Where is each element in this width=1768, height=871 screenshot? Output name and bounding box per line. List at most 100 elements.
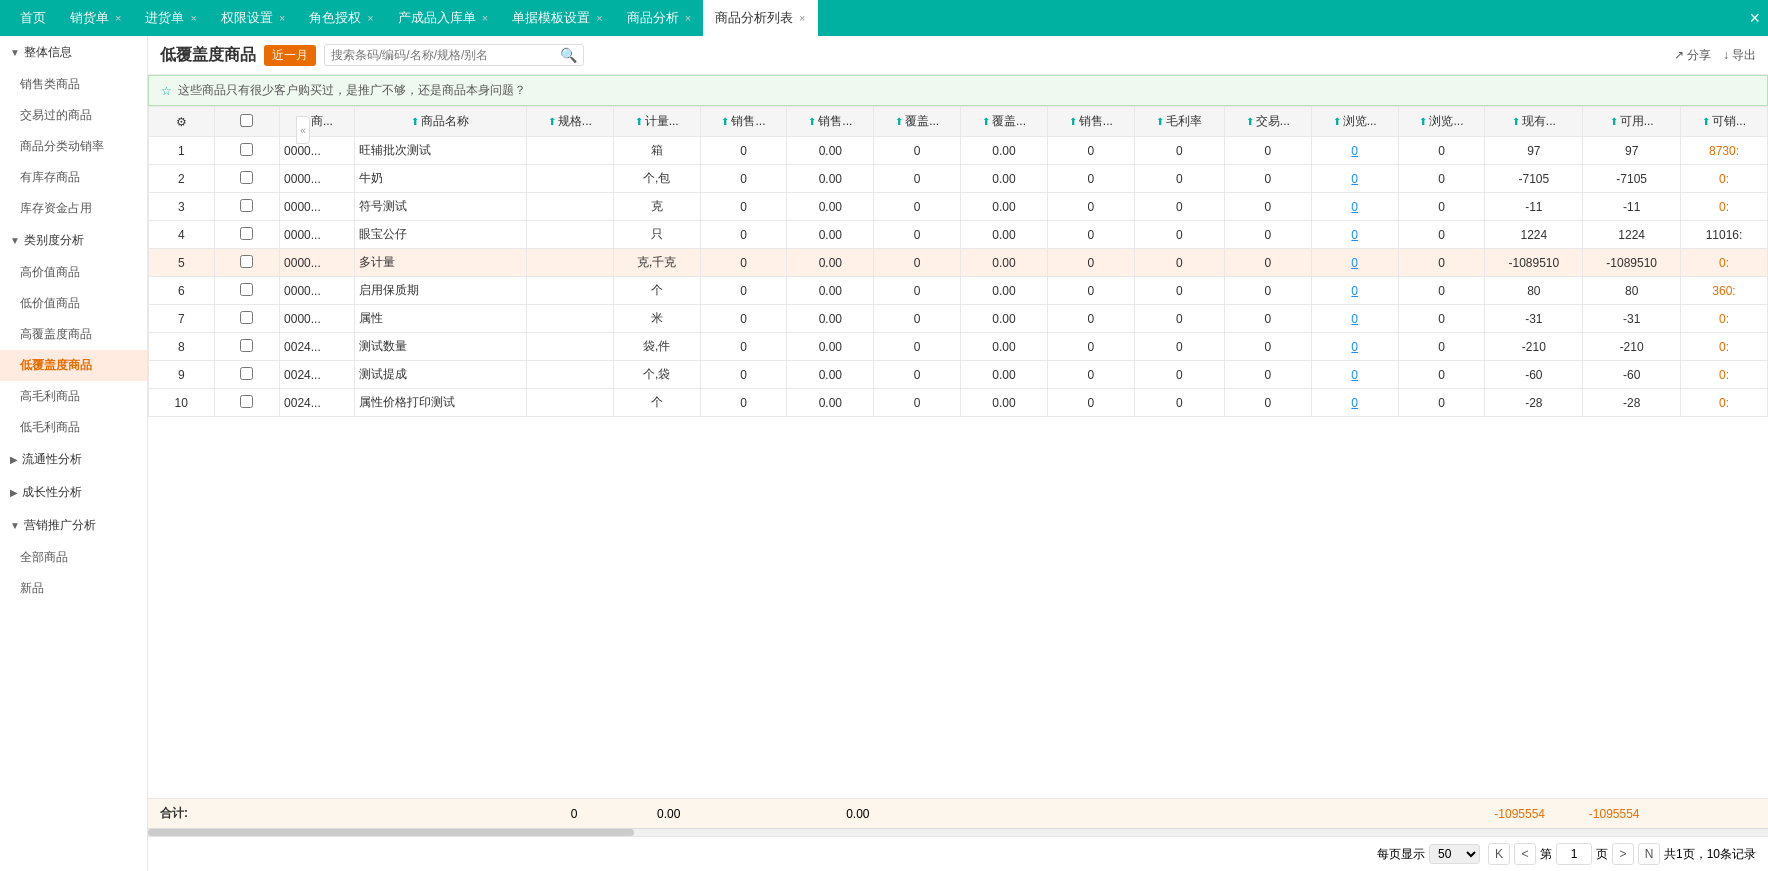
- col-sales3[interactable]: ⬆销售...: [1047, 107, 1134, 137]
- col-cover2[interactable]: ⬆覆盖...: [961, 107, 1048, 137]
- table-row[interactable]: 7 0000... 属性 米 0 0.00 0 0.00 0 0 0 0 0 -…: [149, 305, 1768, 333]
- row-checkbox[interactable]: [214, 361, 280, 389]
- col-sales-amt[interactable]: ⬆销售...: [787, 107, 874, 137]
- table-row[interactable]: 1 0000... 旺辅批次测试 箱 0 0.00 0 0.00 0 0 0 0…: [149, 137, 1768, 165]
- col-stock2[interactable]: ⬆可用...: [1583, 107, 1681, 137]
- nav-tab-warehouse[interactable]: 产成品入库单 ×: [386, 0, 500, 36]
- row-view1[interactable]: 0: [1311, 389, 1398, 417]
- row-checkbox[interactable]: [214, 389, 280, 417]
- col-unit[interactable]: ⬆计量...: [613, 107, 700, 137]
- close-icon[interactable]: ×: [685, 12, 691, 24]
- sidebar-item-sales-goods[interactable]: 销售类商品: [0, 69, 147, 100]
- row-checkbox[interactable]: [214, 305, 280, 333]
- row-checkbox[interactable]: [214, 165, 280, 193]
- page-size-dropdown[interactable]: 50 100 200: [1429, 844, 1480, 864]
- row-checkbox[interactable]: [214, 277, 280, 305]
- table-row[interactable]: 2 0000... 牛奶 个,包 0 0.00 0 0.00 0 0 0 0 0…: [149, 165, 1768, 193]
- close-icon[interactable]: ×: [799, 12, 805, 24]
- sidebar-item-low-margin[interactable]: 低毛利商品: [0, 412, 147, 443]
- col-view2[interactable]: ⬆浏览...: [1398, 107, 1485, 137]
- close-icon[interactable]: ×: [482, 12, 488, 24]
- row-checkbox[interactable]: [214, 193, 280, 221]
- nav-tab-sales[interactable]: 销货单 ×: [58, 0, 133, 36]
- search-input[interactable]: [331, 48, 556, 62]
- row-view2: 0: [1398, 305, 1485, 333]
- row-checkbox[interactable]: [214, 221, 280, 249]
- table-row[interactable]: 9 0024... 测试提成 个,袋 0 0.00 0 0.00 0 0 0 0…: [149, 361, 1768, 389]
- close-all-button[interactable]: ×: [1749, 8, 1760, 29]
- sidebar-item-high-value[interactable]: 高价值商品: [0, 257, 147, 288]
- sidebar-item-low-coverage[interactable]: 低覆盖度商品: [0, 350, 147, 381]
- table-row[interactable]: 4 0000... 眼宝公仔 只 0 0.00 0 0.00 0 0 0 0 0…: [149, 221, 1768, 249]
- nav-tab-purchase[interactable]: 进货单 ×: [133, 0, 208, 36]
- table-row[interactable]: 5 0000... 多计量 克,千克 0 0.00 0 0.00 0 0 0 0…: [149, 249, 1768, 277]
- col-spec[interactable]: ⬆规格...: [526, 107, 613, 137]
- close-icon[interactable]: ×: [367, 12, 373, 24]
- table-row[interactable]: 8 0024... 测试数量 袋,件 0 0.00 0 0.00 0 0 0 0…: [149, 333, 1768, 361]
- next-page-button[interactable]: >: [1612, 843, 1634, 865]
- col-stock1[interactable]: ⬆现有...: [1485, 107, 1583, 137]
- sidebar-item-stocked-goods[interactable]: 有库存商品: [0, 162, 147, 193]
- time-filter-button[interactable]: 近一月: [264, 45, 316, 66]
- sidebar-section-growth[interactable]: ▶ 成长性分析: [0, 476, 147, 509]
- row-view2: 0: [1398, 249, 1485, 277]
- select-all-checkbox[interactable]: [240, 114, 253, 127]
- sidebar-item-all-goods[interactable]: 全部商品: [0, 542, 147, 573]
- row-checkbox[interactable]: [214, 137, 280, 165]
- row-checkbox[interactable]: [214, 333, 280, 361]
- row-view1[interactable]: 0: [1311, 333, 1398, 361]
- col-stock3[interactable]: ⬆可销...: [1681, 107, 1768, 137]
- row-code: 0000...: [280, 165, 355, 193]
- row-view1[interactable]: 0: [1311, 277, 1398, 305]
- share-button[interactable]: ↗ 分享: [1674, 47, 1711, 64]
- sidebar-item-high-coverage[interactable]: 高覆盖度商品: [0, 319, 147, 350]
- close-icon[interactable]: ×: [115, 12, 121, 24]
- col-code[interactable]: ⬆商...: [280, 107, 355, 137]
- row-view1[interactable]: 0: [1311, 249, 1398, 277]
- col-name[interactable]: ⬆商品名称: [354, 107, 526, 137]
- row-checkbox[interactable]: [214, 249, 280, 277]
- sidebar-item-new-goods[interactable]: 新品: [0, 573, 147, 604]
- first-page-button[interactable]: K: [1488, 843, 1510, 865]
- export-button[interactable]: ↓ 导出: [1723, 47, 1756, 64]
- table-row[interactable]: 3 0000... 符号测试 克 0 0.00 0 0.00 0 0 0 0 0…: [149, 193, 1768, 221]
- row-view1[interactable]: 0: [1311, 137, 1398, 165]
- col-view1[interactable]: ⬆浏览...: [1311, 107, 1398, 137]
- sidebar-item-high-margin[interactable]: 高毛利商品: [0, 381, 147, 412]
- search-icon[interactable]: 🔍: [560, 47, 577, 63]
- close-icon[interactable]: ×: [190, 12, 196, 24]
- sidebar-collapse-button[interactable]: «: [296, 116, 310, 144]
- col-cover1[interactable]: ⬆覆盖...: [874, 107, 961, 137]
- sidebar-item-traded-goods[interactable]: 交易过的商品: [0, 100, 147, 131]
- nav-tab-permissions[interactable]: 权限设置 ×: [209, 0, 297, 36]
- table-row[interactable]: 6 0000... 启用保质期 个 0 0.00 0 0.00 0 0 0 0 …: [149, 277, 1768, 305]
- last-page-button[interactable]: N: [1638, 843, 1660, 865]
- col-settings[interactable]: ⚙: [149, 107, 215, 137]
- row-view1[interactable]: 0: [1311, 221, 1398, 249]
- sidebar-section-liquidity[interactable]: ▶ 流通性分析: [0, 443, 147, 476]
- nav-tab-template[interactable]: 单据模板设置 ×: [500, 0, 614, 36]
- sidebar-item-stock-value[interactable]: 库存资金占用: [0, 193, 147, 224]
- row-view1[interactable]: 0: [1311, 361, 1398, 389]
- nav-tab-home[interactable]: 首页: [8, 0, 58, 36]
- sidebar-item-category-turnover[interactable]: 商品分类动销率: [0, 131, 147, 162]
- nav-tab-analysis-list[interactable]: 商品分析列表 ×: [703, 0, 817, 36]
- prev-page-button[interactable]: <: [1514, 843, 1536, 865]
- sidebar-section-category[interactable]: ▼ 类别度分析: [0, 224, 147, 257]
- sidebar-item-low-value[interactable]: 低价值商品: [0, 288, 147, 319]
- close-icon[interactable]: ×: [596, 12, 602, 24]
- row-view1[interactable]: 0: [1311, 165, 1398, 193]
- col-trade[interactable]: ⬆交易...: [1224, 107, 1311, 137]
- sidebar-section-marketing[interactable]: ▼ 营销推广分析: [0, 509, 147, 542]
- page-number-input[interactable]: [1556, 843, 1592, 865]
- row-view1[interactable]: 0: [1311, 305, 1398, 333]
- row-unit: 袋,件: [613, 333, 700, 361]
- col-gross[interactable]: ⬆毛利率: [1134, 107, 1224, 137]
- table-row[interactable]: 10 0024... 属性价格打印测试 个 0 0.00 0 0.00 0 0 …: [149, 389, 1768, 417]
- sidebar-section-overview[interactable]: ▼ 整体信息: [0, 36, 147, 69]
- row-view1[interactable]: 0: [1311, 193, 1398, 221]
- col-sales-qty[interactable]: ⬆销售...: [700, 107, 787, 137]
- nav-tab-roles[interactable]: 角色授权 ×: [297, 0, 385, 36]
- close-icon[interactable]: ×: [279, 12, 285, 24]
- nav-tab-analysis[interactable]: 商品分析 ×: [615, 0, 703, 36]
